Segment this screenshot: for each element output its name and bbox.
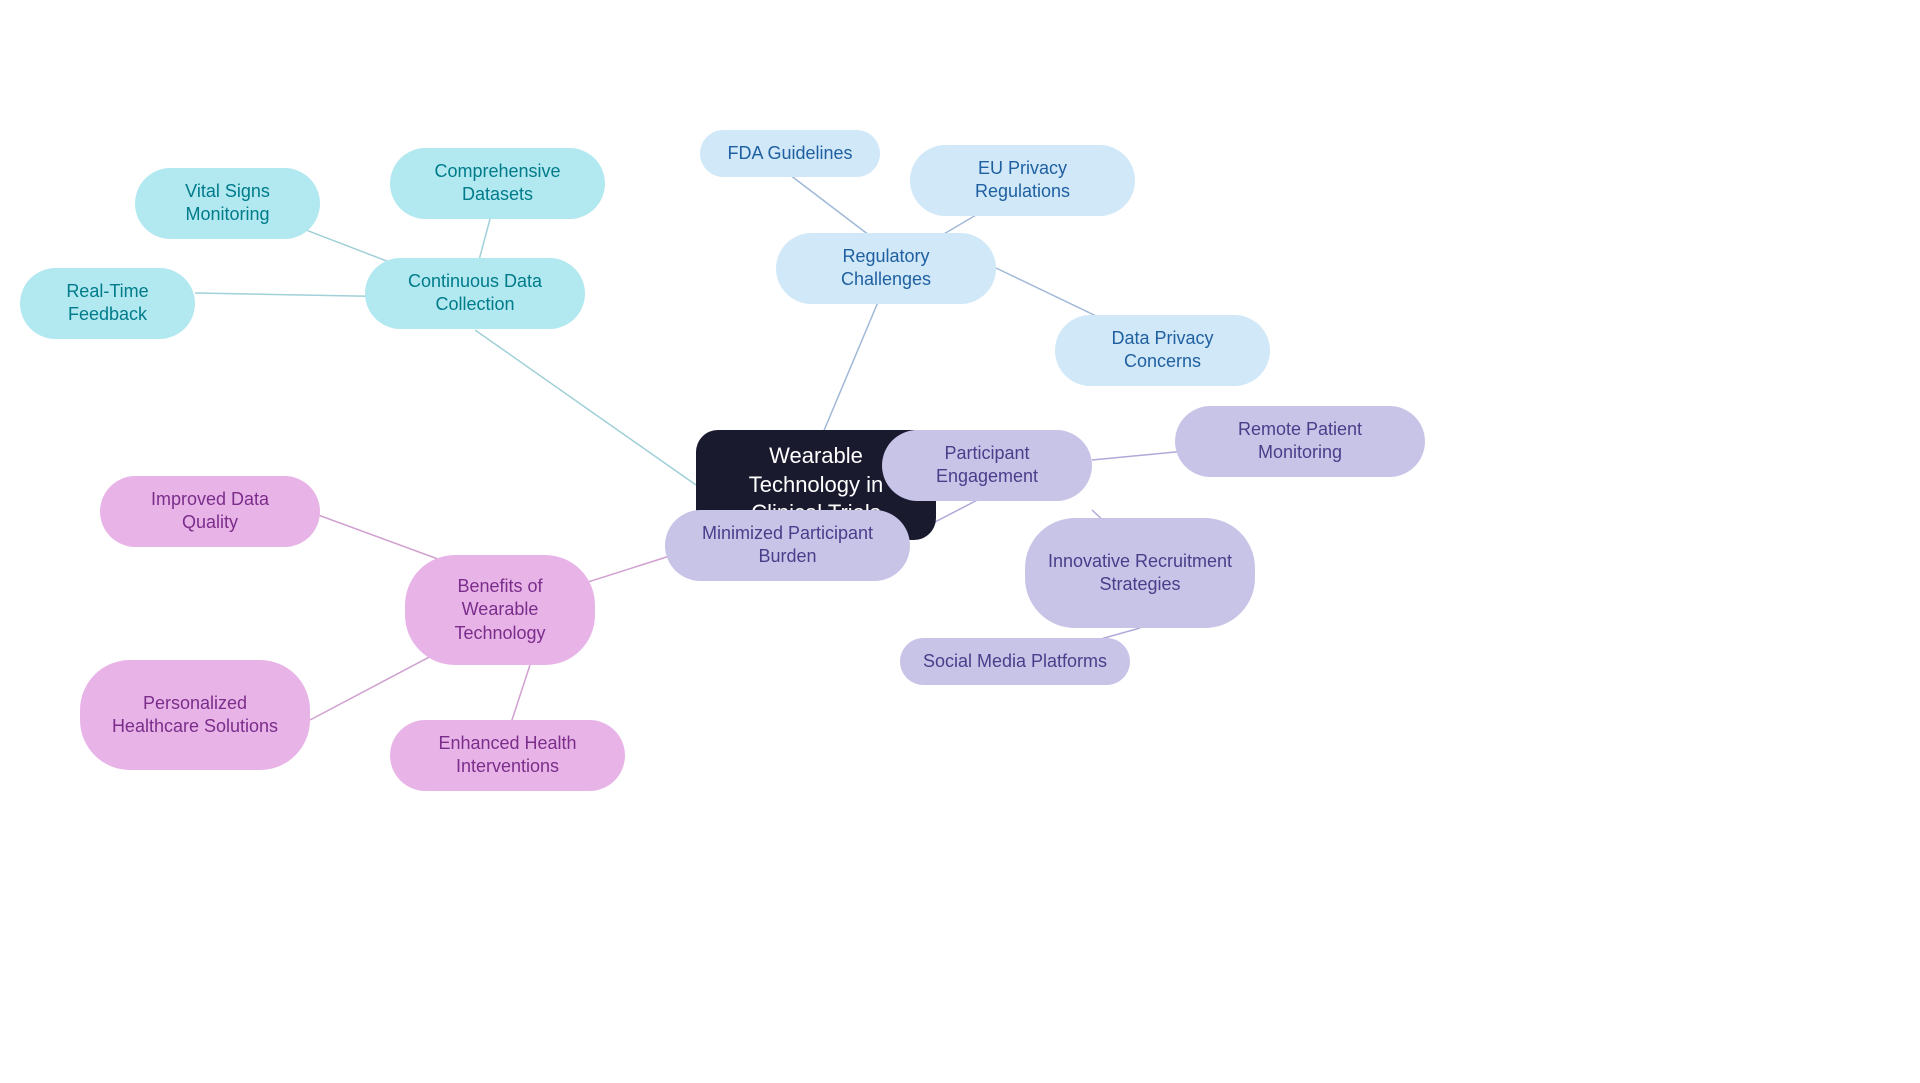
continuous-label: Continuous Data Collection [387, 270, 563, 317]
improved-node: Improved Data Quality [100, 476, 320, 547]
minimized-node: Minimized Participant Burden [665, 510, 910, 581]
improved-label: Improved Data Quality [122, 488, 298, 535]
innovative-node: Innovative Recruitment Strategies [1025, 518, 1255, 628]
regulatory-node: Regulatory Challenges [776, 233, 996, 304]
benefits-label: Benefits of Wearable Technology [427, 575, 573, 645]
realtime-label: Real-Time Feedback [42, 280, 173, 327]
benefits-node: Benefits of Wearable Technology [405, 555, 595, 665]
regulatory-label: Regulatory Challenges [798, 245, 974, 292]
personalized-label: Personalized Healthcare Solutions [102, 692, 288, 739]
fda-label: FDA Guidelines [727, 142, 852, 165]
vital-node: Vital Signs Monitoring [135, 168, 320, 239]
eu-node: EU Privacy Regulations [910, 145, 1135, 216]
participant-label: Participant Engagement [904, 442, 1070, 489]
social-label: Social Media Platforms [923, 650, 1107, 673]
participant-node: Participant Engagement [882, 430, 1092, 501]
comprehensive-label: Comprehensive Datasets [412, 160, 583, 207]
continuous-node: Continuous Data Collection [365, 258, 585, 329]
vital-label: Vital Signs Monitoring [157, 180, 298, 227]
social-node: Social Media Platforms [900, 638, 1130, 685]
innovative-label: Innovative Recruitment Strategies [1047, 550, 1233, 597]
realtime-node: Real-Time Feedback [20, 268, 195, 339]
fda-node: FDA Guidelines [700, 130, 880, 177]
enhanced-label: Enhanced Health Interventions [412, 732, 603, 779]
personalized-node: Personalized Healthcare Solutions [80, 660, 310, 770]
privacy-label: Data Privacy Concerns [1077, 327, 1248, 374]
eu-label: EU Privacy Regulations [932, 157, 1113, 204]
comprehensive-node: Comprehensive Datasets [390, 148, 605, 219]
remote-node: Remote Patient Monitoring [1175, 406, 1425, 477]
privacy-node: Data Privacy Concerns [1055, 315, 1270, 386]
minimized-label: Minimized Participant Burden [687, 522, 888, 569]
remote-label: Remote Patient Monitoring [1197, 418, 1403, 465]
enhanced-node: Enhanced Health Interventions [390, 720, 625, 791]
